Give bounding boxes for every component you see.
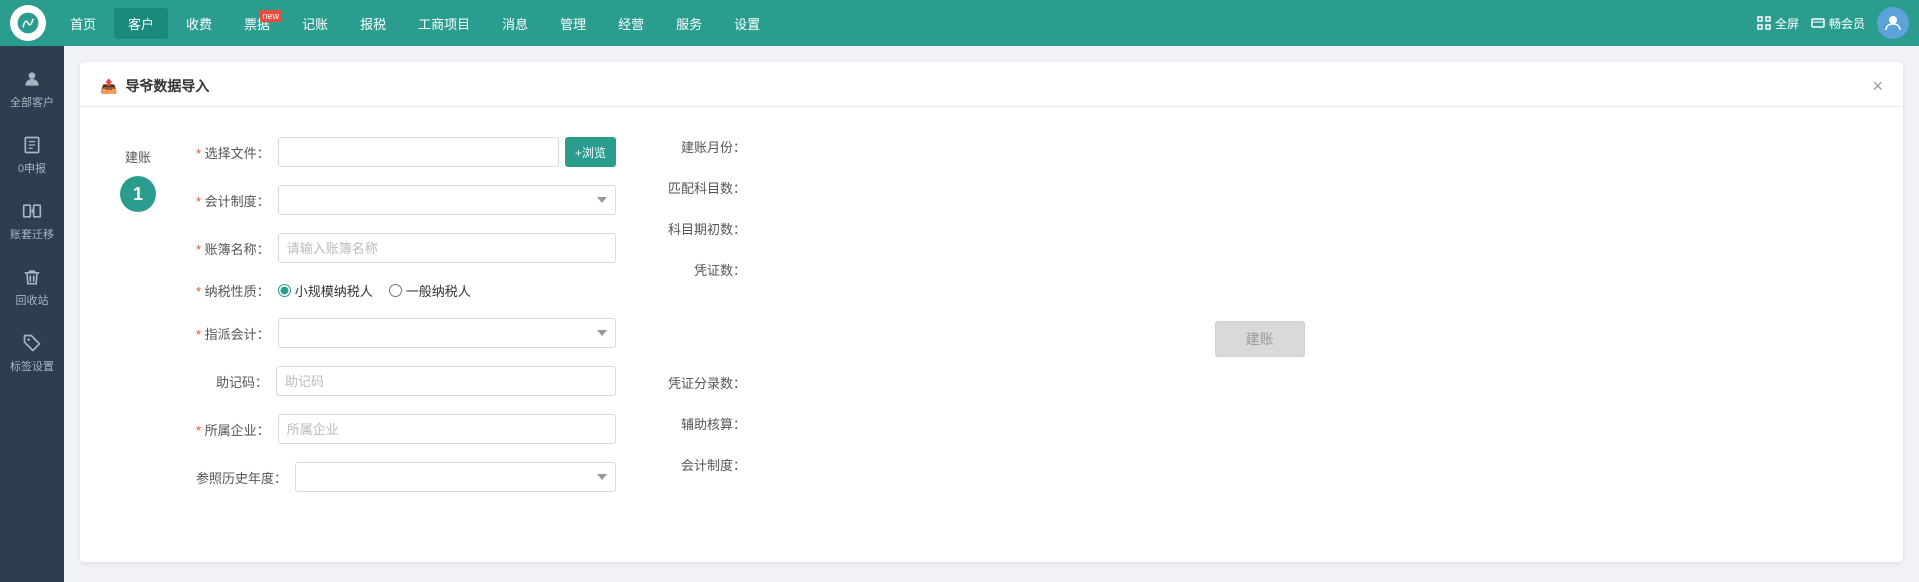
logo[interactable] [10,5,46,41]
move-icon [21,200,43,222]
company-label: 所属企业： [196,420,270,439]
accounting-row: 会计制度： [196,185,616,215]
top-navigation: 首页 客户 收费 票据 new 记账 报税 工商项目 消息 管理 经营 服务 设… [0,0,1919,46]
nav-item-billing[interactable]: 收费 [172,8,226,39]
sidebar-item-recycle[interactable]: 回收站 [0,254,64,320]
nav-item-operations[interactable]: 经营 [604,8,658,39]
step-area: 建账 1 [120,137,156,510]
nav-item-home[interactable]: 首页 [56,8,110,39]
accounting-label: 会计制度： [196,191,270,210]
ledger-row: 账簿名称： [196,233,616,263]
vip-button[interactable]: 畅会员 [1811,15,1865,32]
accountant-label: 指派会计： [196,324,270,343]
sidebar-item-zero-declaration[interactable]: 0申报 [0,122,64,188]
file-row: 选择文件： +浏览 [196,137,616,167]
file-input-row: +浏览 [278,137,616,167]
history-select[interactable] [295,462,616,492]
accountant-row: 指派会计： [196,318,616,348]
sidebar-item-migrate[interactable]: 账套迁移 [0,188,64,254]
browse-button[interactable]: +浏览 [565,137,616,167]
aux-row: 辅助核算： [656,414,1863,433]
main-content: 📤 导爷数据导入 × 建账 1 选择文件： [64,46,1919,582]
memo-label: 助记码： [196,372,268,391]
accountant-select[interactable] [278,318,616,348]
step-label: 建账 [125,147,151,166]
month-label: 建账月份： [656,137,746,156]
accounting-select[interactable] [278,185,616,215]
fullscreen-button[interactable]: 全屏 [1757,15,1799,32]
voucher-entries-label: 凭证分录数： [656,373,746,392]
memo-input[interactable] [276,366,616,396]
voucher-row: 凭证数： [656,260,1863,279]
file-label: 选择文件： [196,143,270,162]
tax-row: 纳税性质： 小规模纳税人 一般纳税人 [196,281,616,300]
report-icon [21,134,43,156]
tax-general-input[interactable] [389,284,402,297]
sidebar: 全部客户 0申报 账套迁移 [0,46,64,582]
ledger-label: 账簿名称： [196,239,270,258]
build-btn-area: 建账 [656,301,1863,357]
dialog-panel: 📤 导爷数据导入 × 建账 1 选择文件： [80,62,1903,562]
history-row: 参照历史年度： [196,462,616,492]
nav-items: 首页 客户 收费 票据 new 记账 报税 工商项目 消息 管理 经营 服务 设… [56,8,1757,39]
aux-label: 辅助核算： [656,414,746,433]
period-label: 科目期初数： [656,219,746,238]
file-text-input[interactable] [278,137,559,167]
match-row: 匹配科目数： [656,178,1863,197]
tag-icon [21,332,43,354]
tax-general-radio[interactable]: 一般纳税人 [389,281,471,300]
nav-item-service[interactable]: 服务 [662,8,716,39]
period-row: 科目期初数： [656,219,1863,238]
user-icon [21,68,43,90]
history-label: 参照历史年度： [196,468,287,487]
dialog-body: 建账 1 选择文件： +浏览 会计制度： [80,107,1903,540]
step-circle: 1 [120,176,156,212]
nav-item-invoice[interactable]: 票据 new [230,8,284,39]
accounting-info-row: 会计制度： [656,455,1863,474]
accounting-info-label: 会计制度： [656,455,746,474]
voucher-label: 凭证数： [656,260,746,279]
dialog-title: 📤 导爷数据导入 [100,76,209,96]
build-button[interactable]: 建账 [1215,321,1305,357]
nav-item-management[interactable]: 管理 [546,8,600,39]
nav-item-accounting[interactable]: 记账 [288,8,342,39]
user-avatar[interactable] [1877,7,1909,39]
voucher-entries-row: 凭证分录数： [656,373,1863,392]
dialog-header: 📤 导爷数据导入 × [80,62,1903,107]
tax-small-input[interactable] [278,284,291,297]
memo-row: 助记码： [196,366,616,396]
nav-item-messages[interactable]: 消息 [488,8,542,39]
form-section: 选择文件： +浏览 会计制度： [196,137,616,510]
company-row: 所属企业： [196,414,616,444]
nav-item-tax[interactable]: 报税 [346,8,400,39]
nav-item-business[interactable]: 工商项目 [404,8,484,39]
month-row: 建账月份： [656,137,1863,156]
sidebar-item-tags[interactable]: 标签设置 [0,320,64,386]
sidebar-item-all-clients[interactable]: 全部客户 [0,56,64,122]
company-input[interactable] [278,414,616,444]
nav-item-settings[interactable]: 设置 [720,8,774,39]
tax-label: 纳税性质： [196,281,270,300]
tax-radio-group: 小规模纳税人 一般纳税人 [278,281,616,300]
info-section: 建账月份： 匹配科目数： 科目期初数： 凭证数： [656,137,1863,510]
close-button[interactable]: × [1872,77,1883,95]
nav-item-clients[interactable]: 客户 [114,8,168,39]
tax-small-radio[interactable]: 小规模纳税人 [278,281,373,300]
match-label: 匹配科目数： [656,178,746,197]
nav-right: 全屏 畅会员 [1757,7,1909,39]
new-badge: new [260,10,283,23]
main-layout: 全部客户 0申报 账套迁移 [0,46,1919,582]
import-icon: 📤 [100,78,117,95]
ledger-input[interactable] [278,233,616,263]
trash-icon [21,266,43,288]
